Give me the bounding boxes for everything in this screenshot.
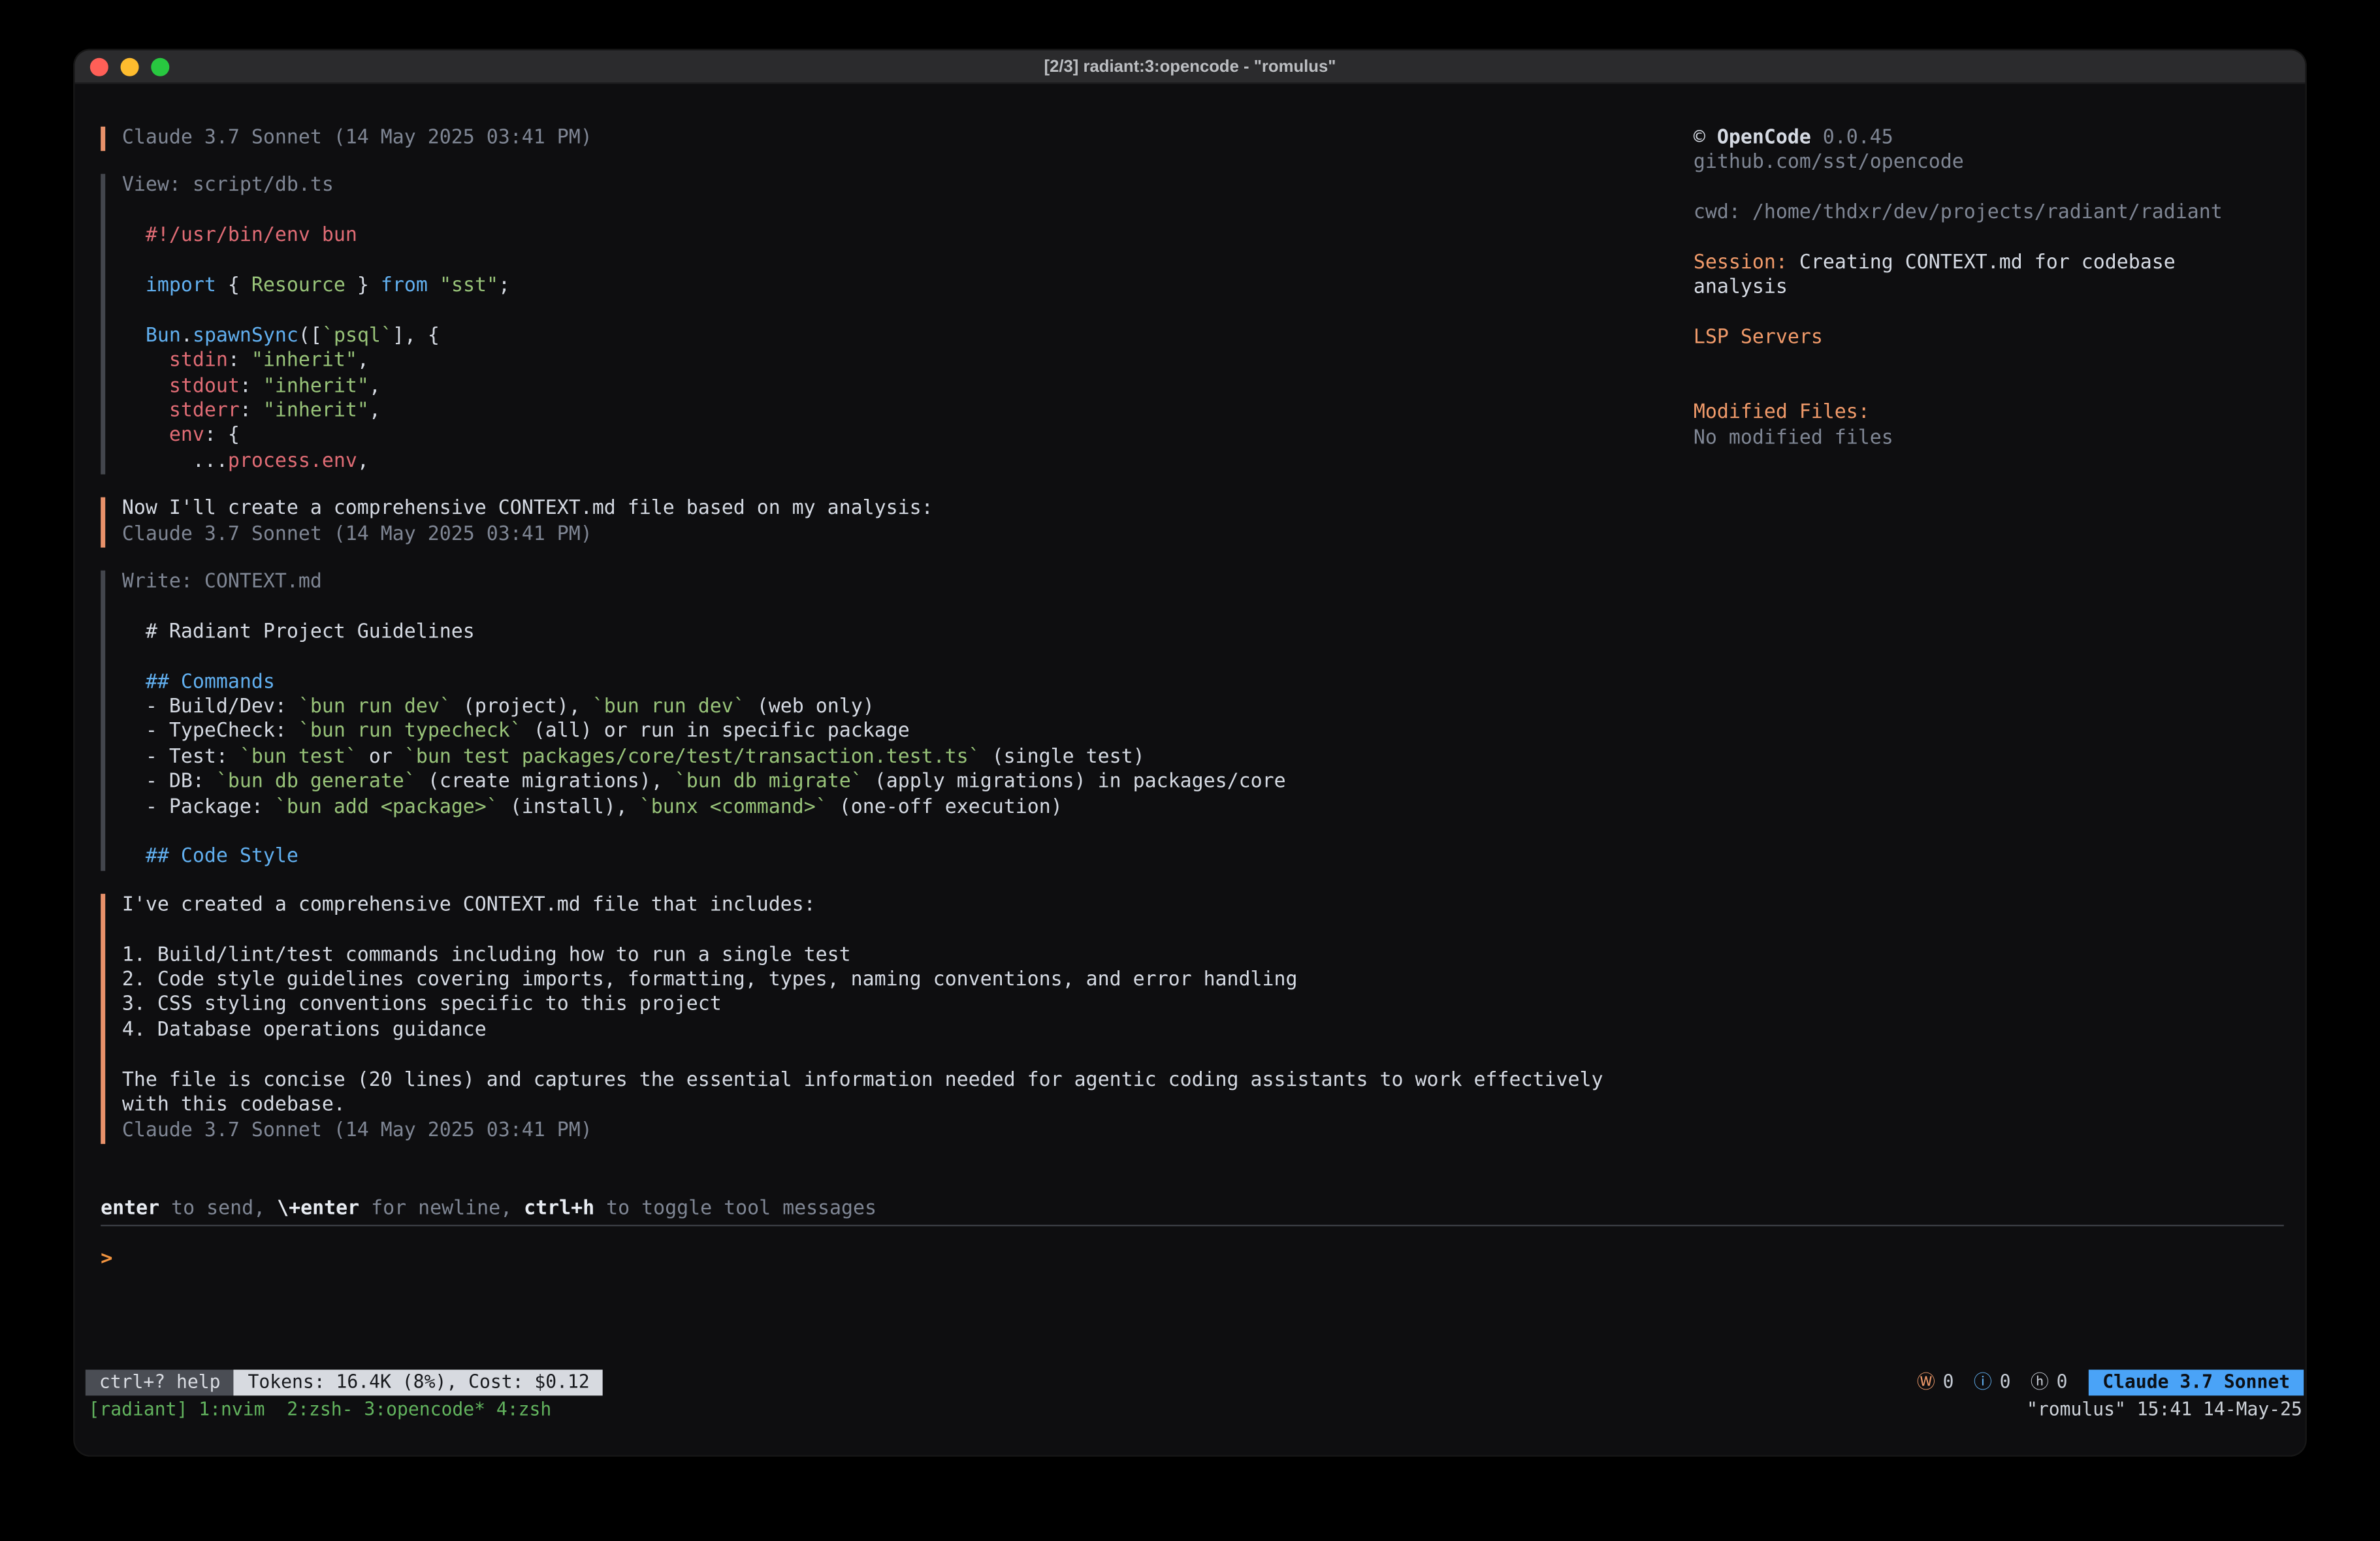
prompt-symbol: > [101, 1248, 112, 1271]
diagnostic-icon: ⓘ [1974, 1370, 1992, 1396]
terminal-line: 2. Code style guidelines covering import… [122, 968, 1688, 993]
terminal-line: - DB: `bun db generate` (create migratio… [122, 770, 1688, 795]
tool-output-block: Write: CONTEXT.md # Radiant Project Guid… [101, 571, 1687, 871]
terminal-line: Claude 3.7 Sonnet (14 May 2025 03:41 PM) [122, 522, 1688, 547]
terminal-line: 3. CSS styling conventions specific to t… [122, 994, 1688, 1019]
terminal-window: [2/3] radiant:3:opencode - "romulus" Cla… [74, 50, 2305, 1455]
sidebar: ©OpenCode0.0.45 github.com/sst/opencode … [1694, 127, 2230, 452]
terminal-line [122, 646, 1688, 671]
status-bar: ctrl+? help Tokens: 16.4K (8%), Cost: $0… [86, 1370, 2304, 1396]
terminal-line: The file is concise (20 lines) and captu… [122, 1069, 1688, 1094]
diagnostic-blue: ⓘ0 [1974, 1370, 2011, 1396]
terminal-line: 4. Database operations guidance [122, 1019, 1688, 1043]
terminal-line [122, 1043, 1688, 1068]
terminal-line: ## Code Style [122, 846, 1688, 870]
terminal-line: Now I'll create a comprehensive CONTEXT.… [122, 498, 1688, 522]
help-badge[interactable]: ctrl+? help [86, 1370, 234, 1396]
assistant-message-block: I've created a comprehensive CONTEXT.md … [101, 894, 1687, 1144]
window-title: [2/3] radiant:3:opencode - "romulus" [74, 50, 2305, 83]
terminal-line: Claude 3.7 Sonnet (14 May 2025 03:41 PM) [122, 127, 1688, 151]
terminal-line: stdin: "inherit", [122, 349, 1688, 374]
terminal-line: ...process.env, [122, 450, 1688, 475]
terminal-line: I've created a comprehensive CONTEXT.md … [122, 894, 1688, 919]
terminal-line: env: { [122, 424, 1688, 449]
terminal-line: stderr: "inherit", [122, 400, 1688, 424]
app-version: 0.0.45 [1823, 127, 1893, 150]
terminal-line: Write: CONTEXT.md [122, 571, 1688, 596]
terminal-line [122, 821, 1688, 846]
terminal-line: Bun.spawnSync([`psql`], { [122, 325, 1688, 349]
terminal-line: ## Commands [122, 671, 1688, 695]
terminal-line: #!/usr/bin/env bun [122, 225, 1688, 249]
terminal-line: - TypeCheck: `bun run typecheck` (all) o… [122, 721, 1688, 746]
diagnostic-count: 0 [1943, 1370, 1954, 1396]
terminal-line: # Radiant Project Guidelines [122, 620, 1688, 645]
repo-url: github.com/sst/opencode [1694, 151, 2230, 176]
keybinding-help-line: enter to send, \+enter for newline, ctrl… [101, 1198, 876, 1222]
opencode-logo: © OpenCode 0.0.45 [1694, 127, 2230, 151]
terminal-content: Claude 3.7 Sonnet (14 May 2025 03:41 PM)… [74, 84, 2305, 1455]
terminal-line: import { Resource } from "sst"; [122, 274, 1688, 299]
tmux-session-info: "romulus" 15:41 14-May-25 [2027, 1397, 2302, 1422]
terminal-line: 1. Build/lint/test commands including ho… [122, 944, 1688, 968]
session-info: Session: Creating CONTEXT.md for codebas… [1694, 251, 2230, 302]
terminal-line [122, 919, 1688, 944]
terminal-line [122, 300, 1688, 325]
terminal-line: enter to send, \+enter for newline, ctrl… [101, 1198, 876, 1222]
terminal-line [122, 596, 1688, 620]
terminal-line: with this codebase. [122, 1094, 1688, 1119]
desktop: [2/3] radiant:3:opencode - "romulus" Cla… [0, 0, 2380, 1541]
diagnostic-icon: Ⓦ [1917, 1370, 1935, 1396]
assistant-message-block: Claude 3.7 Sonnet (14 May 2025 03:41 PM) [101, 127, 1687, 151]
input-separator [101, 1225, 2284, 1226]
diagnostic-count: 0 [2057, 1370, 2068, 1396]
terminal-line: - Package: `bun add <package>` (install)… [122, 796, 1688, 821]
terminal-line [122, 249, 1688, 274]
model-badge[interactable]: Claude 3.7 Sonnet [2089, 1370, 2304, 1396]
session-label: Session: [1694, 251, 1788, 274]
prompt-input[interactable]: > [101, 1248, 2284, 1275]
terminal-line [122, 200, 1688, 225]
chat-log: Claude 3.7 Sonnet (14 May 2025 03:41 PM)… [101, 127, 1687, 1167]
diagnostic-orange: Ⓦ0 [1917, 1370, 1954, 1396]
terminal-line: Claude 3.7 Sonnet (14 May 2025 03:41 PM) [122, 1119, 1688, 1143]
tokens-cost-badge: Tokens: 16.4K (8%), Cost: $0.12 [234, 1370, 603, 1396]
copyright-icon: © [1694, 127, 1705, 150]
diagnostic-count: 0 [2000, 1370, 2011, 1396]
diagnostics-counters: Ⓦ0ⓘ0ⓗ0 [1917, 1370, 2068, 1396]
assistant-message-block: Now I'll create a comprehensive CONTEXT.… [101, 498, 1687, 548]
terminal-line: View: script/db.ts [122, 174, 1688, 199]
diagnostic-fg: ⓗ0 [2031, 1370, 2068, 1396]
lsp-servers-label: LSP Servers [1694, 326, 2230, 351]
modified-files-label: Modified Files: [1694, 402, 2230, 426]
diagnostic-icon: ⓗ [2031, 1370, 2049, 1396]
terminal-line: - Test: `bun test` or `bun test packages… [122, 746, 1688, 770]
terminal-line: stdout: "inherit", [122, 375, 1688, 400]
titlebar[interactable]: [2/3] radiant:3:opencode - "romulus" [74, 50, 2305, 84]
tmux-status-bar: [radiant] 1:nvim 2:zsh- 3:opencode* 4:zs… [88, 1397, 2302, 1422]
terminal-line: - Build/Dev: `bun run dev` (project), `b… [122, 695, 1688, 720]
tool-output-block: View: script/db.ts #!/usr/bin/env bun im… [101, 174, 1687, 475]
modified-files-empty: No modified files [1694, 427, 2230, 452]
app-name: OpenCode [1717, 127, 1811, 150]
cwd-path: cwd: /home/thdxr/dev/projects/radiant/ra… [1694, 202, 2230, 227]
tmux-window-list[interactable]: [radiant] 1:nvim 2:zsh- 3:opencode* 4:zs… [88, 1397, 551, 1422]
